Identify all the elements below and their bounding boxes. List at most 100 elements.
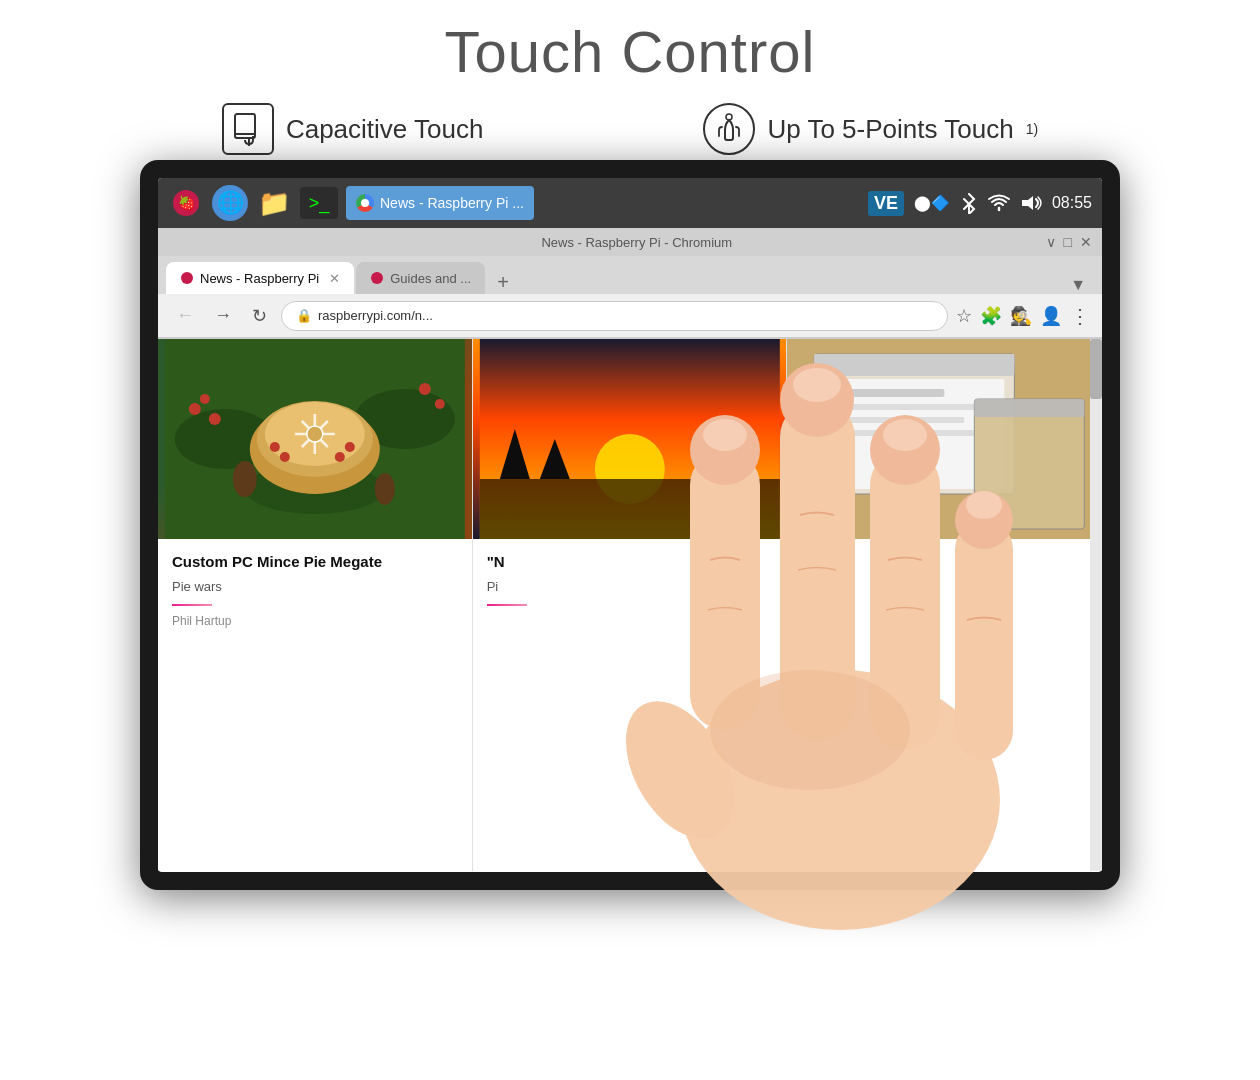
news-card-1-author: Phil Hartup <box>172 614 458 628</box>
system-time: 08:55 <box>1052 194 1092 212</box>
bluetooth-icon <box>960 192 978 214</box>
volume-icon <box>1020 194 1042 212</box>
tab-label-active: News - Raspberry Pi <box>200 271 319 286</box>
svg-rect-36 <box>815 354 1015 365</box>
window-minimize[interactable]: ∨ <box>1046 234 1056 250</box>
svg-rect-43 <box>975 399 1085 417</box>
news-card-2-excerpt: Pi <box>487 578 773 596</box>
reload-button[interactable]: ↻ <box>246 303 273 329</box>
news-card-3-divider <box>801 604 841 606</box>
browser-addressbar: ← → ↻ 🔒 raspberrypi.com/n... ☆ 🧩 🕵 👤 ⋮ <box>158 294 1102 338</box>
svg-point-22 <box>307 426 323 442</box>
tab-close-button[interactable]: ✕ <box>329 271 340 286</box>
window-controls[interactable]: ∨ □ ✕ <box>1046 234 1092 250</box>
feature-capacitive: Capacitive Touch <box>222 103 484 155</box>
svg-point-18 <box>375 473 395 505</box>
forward-button[interactable]: → <box>208 303 238 328</box>
svg-point-7 <box>371 272 383 284</box>
svg-point-23 <box>270 442 280 452</box>
news-card-1: Custom PC Mince Pie Megate Pie wars Phil… <box>158 339 473 871</box>
svg-rect-40 <box>825 417 965 423</box>
svg-point-25 <box>345 442 355 452</box>
news-card-2-image <box>473 339 787 539</box>
svg-rect-41 <box>825 430 975 436</box>
ssl-lock-icon: 🔒 <box>296 308 312 323</box>
news-card-3-image <box>787 339 1102 539</box>
browser-title: News - Raspberry Pi - Chromium <box>228 235 1046 250</box>
browser-titlebar: News - Raspberry Pi - Chromium ∨ □ ✕ <box>158 228 1102 256</box>
back-button[interactable]: ← <box>170 303 200 328</box>
news-card-3-title: Rasp <box>801 551 1088 572</box>
news-card-2-body: "N Pi <box>473 539 787 626</box>
bluetooth-icon: ⬤🔷 <box>914 194 950 212</box>
spy-icon: 🕵 <box>1010 305 1032 327</box>
taskbar: 🍓 🌐 📁 >_ News - Raspberry P <box>158 178 1102 228</box>
svg-point-13 <box>209 413 221 425</box>
browser-content: Custom PC Mince Pie Megate Pie wars Phil… <box>158 339 1102 871</box>
browser-chrome: News - Raspberry Pi - Chromium ∨ □ ✕ New… <box>158 228 1102 339</box>
news-card-1-title: Custom PC Mince Pie Megate <box>172 551 458 572</box>
address-bar[interactable]: 🔒 raspberrypi.com/n... <box>281 301 948 331</box>
news-grid: Custom PC Mince Pie Megate Pie wars Phil… <box>158 339 1102 871</box>
monitor-bezel: 🍓 🌐 📁 >_ News - Raspberry P <box>140 160 1120 890</box>
tab-list-button[interactable]: ▼ <box>1062 276 1094 294</box>
browser-tabs: News - Raspberry Pi ✕ Guides and ... + ▼ <box>158 256 1102 294</box>
chromium-icon <box>356 194 374 212</box>
svg-point-6 <box>181 272 193 284</box>
taskbar-globe-icon[interactable]: 🌐 <box>212 185 248 221</box>
wifi-icon <box>988 194 1010 212</box>
bookmark-icon[interactable]: ☆ <box>956 305 972 327</box>
svg-point-14 <box>200 394 210 404</box>
window-maximize[interactable]: □ <box>1064 234 1072 250</box>
svg-point-12 <box>189 403 201 415</box>
news-card-2-title: "N <box>487 551 773 572</box>
multitouch-label: Up To 5-Points Touch <box>767 114 1013 145</box>
news-card-3-body: Rasp n <box>787 539 1102 626</box>
tab-guides[interactable]: Guides and ... <box>356 262 485 294</box>
tab-label-inactive: Guides and ... <box>390 271 471 286</box>
svg-point-17 <box>233 461 257 497</box>
news-card-1-image <box>158 339 472 539</box>
svg-rect-38 <box>825 389 945 397</box>
window-close[interactable]: ✕ <box>1080 234 1092 250</box>
monitor-screen: 🍓 🌐 📁 >_ News - Raspberry P <box>158 178 1102 872</box>
browser-scrollbar[interactable] <box>1090 339 1102 871</box>
capacitive-touch-icon <box>222 103 274 155</box>
monitor-wrapper: 🍓 🌐 📁 >_ News - Raspberry P <box>140 160 1120 920</box>
svg-point-24 <box>280 452 290 462</box>
news-card-1-divider <box>172 604 212 606</box>
system-tray: VE ⬤🔷 <box>868 191 1092 216</box>
account-icon[interactable]: 👤 <box>1040 305 1062 327</box>
svg-point-26 <box>335 452 345 462</box>
tab-news-raspberry[interactable]: News - Raspberry Pi ✕ <box>166 262 354 294</box>
svg-text:🍓: 🍓 <box>178 195 196 212</box>
capacitive-touch-label: Capacitive Touch <box>286 114 484 145</box>
news-card-3: Rasp n <box>787 339 1102 871</box>
svg-rect-39 <box>825 404 985 410</box>
multitouch-superscript: 1) <box>1026 121 1038 137</box>
taskbar-folder-icon[interactable]: 📁 <box>256 185 292 221</box>
tab-favicon-inactive <box>370 271 384 285</box>
svg-point-16 <box>435 399 445 409</box>
page-title: Touch Control <box>0 0 1260 85</box>
svg-marker-5 <box>1022 196 1033 210</box>
ve-badge: VE <box>868 191 904 216</box>
news-card-1-body: Custom PC Mince Pie Megate Pie wars Phil… <box>158 539 472 640</box>
menu-icon[interactable]: ⋮ <box>1070 304 1090 328</box>
svg-rect-29 <box>479 479 779 539</box>
scrollbar-thumb[interactable] <box>1090 339 1102 399</box>
browser-button-label: News - Raspberry Pi ... <box>380 195 524 211</box>
news-card-2-divider <box>487 604 527 606</box>
extensions-icon[interactable]: 🧩 <box>980 305 1002 327</box>
news-card-1-excerpt: Pie wars <box>172 578 458 596</box>
taskbar-browser-button[interactable]: News - Raspberry Pi ... <box>346 186 534 220</box>
taskbar-raspberrypi-icon[interactable]: 🍓 <box>168 185 204 221</box>
feature-multitouch: Up To 5-Points Touch 1) <box>703 103 1038 155</box>
taskbar-terminal-icon[interactable]: >_ <box>300 187 338 219</box>
news-card-2: "N Pi <box>473 339 788 871</box>
news-card-3-excerpt: n <box>801 578 1088 596</box>
svg-rect-42 <box>975 399 1085 529</box>
new-tab-button[interactable]: + <box>487 271 519 294</box>
multitouch-icon <box>703 103 755 155</box>
svg-point-15 <box>419 383 431 395</box>
